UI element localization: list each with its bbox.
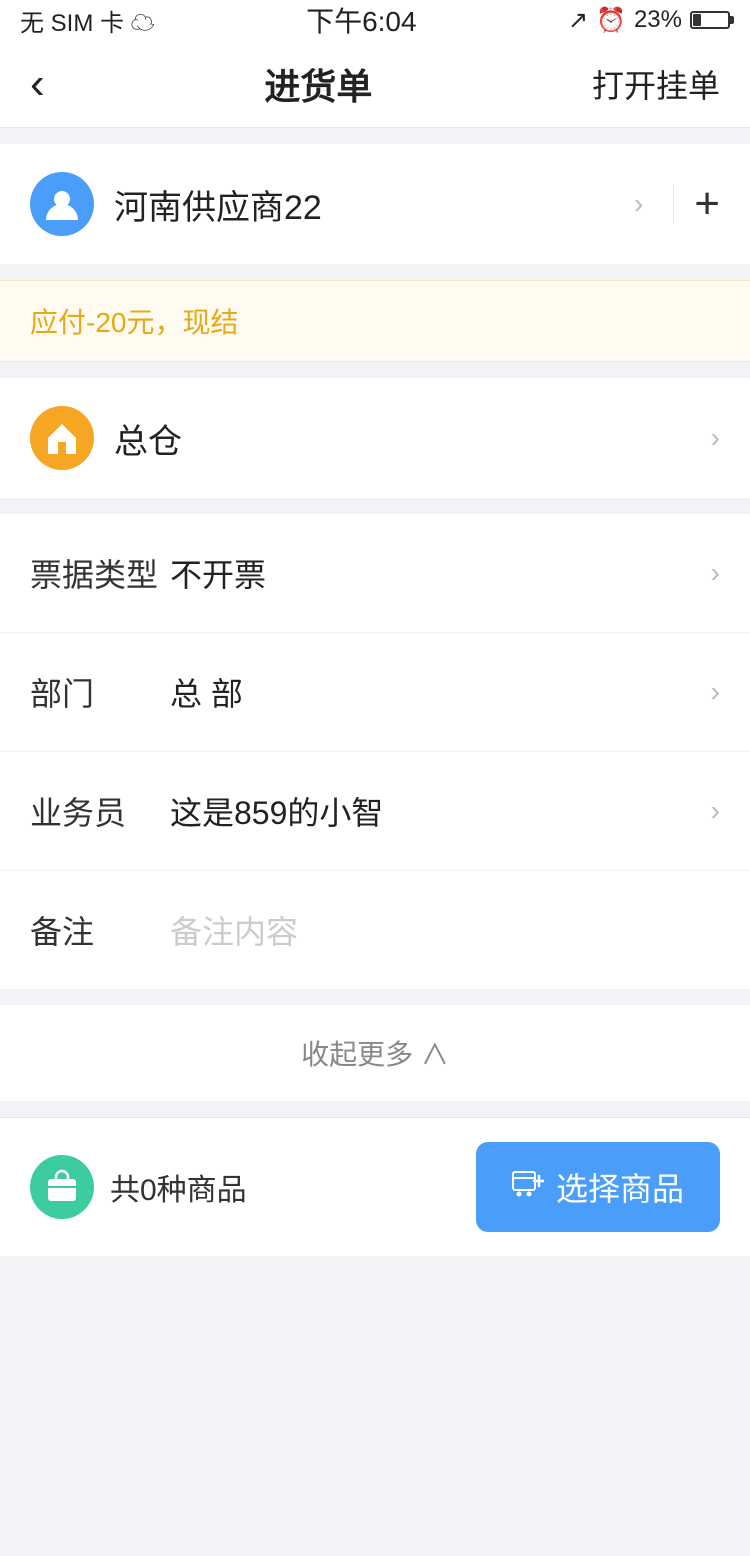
form-section: 票据类型 不开票 › 部门 总 部 › 业务员 这是859的小智 › 备注 备注… [0,514,750,989]
main-content: 河南供应商22 › + 应付-20元，现结 总仓 › 票据类型 不开票 › [0,128,750,1556]
salesperson-row[interactable]: 业务员 这是859的小智 › [0,752,750,871]
department-row[interactable]: 部门 总 部 › [0,633,750,752]
remark-label: 备注 [30,907,170,953]
invoice-type-label: 票据类型 [30,550,170,596]
status-left: 无 SIM 卡 ☁ [20,3,155,38]
status-right: ↗ ⏰ 23% [568,6,730,35]
supplier-divider [673,184,674,224]
cart-svg-icon [512,1170,544,1198]
salesperson-arrow-icon: › [711,795,720,827]
supplier-arrow-icon: › [634,188,643,220]
back-button[interactable]: ‹ [30,59,45,109]
supplier-name: 河南供应商22 [114,180,634,229]
collapse-button[interactable]: 收起更多 ∧ [0,1005,750,1101]
empty-gray-area [0,1256,750,1556]
supplier-avatar [30,172,94,236]
battery-percent: 23% [634,6,682,34]
status-time: 下午6:04 [306,0,417,40]
warehouse-icon [30,406,94,470]
remark-placeholder: 备注内容 [170,907,720,953]
department-arrow-icon: › [711,676,720,708]
salesperson-value: 这是859的小智 [170,788,711,834]
sim-status: 无 SIM 卡 ☁ [20,3,155,38]
invoice-type-row[interactable]: 票据类型 不开票 › [0,514,750,633]
department-value: 总 部 [170,669,711,715]
invoice-type-value: 不开票 [170,550,711,596]
notice-banner: 应付-20元，现结 [0,280,750,362]
bottom-bar: 共0种商品 选择商品 [0,1117,750,1256]
salesperson-label: 业务员 [30,788,170,834]
open-pending-button[interactable]: 打开挂单 [592,61,720,107]
back-arrow-icon: ‹ [30,59,45,109]
alarm-icon: ⏰ [596,6,626,35]
warehouse-arrow-icon: › [711,422,720,454]
location-icon: ↗ [568,6,588,35]
nav-bar: ‹ 进货单 打开挂单 [0,40,750,128]
page-title: 进货单 [264,58,372,110]
remark-row[interactable]: 备注 备注内容 [0,871,750,989]
person-icon [44,186,80,222]
home-icon [44,420,80,456]
bag-icon [44,1169,80,1205]
product-icon-bg [30,1155,94,1219]
warehouse-name: 总仓 [114,414,711,463]
supplier-row[interactable]: 河南供应商22 › + [0,144,750,264]
battery-icon [690,11,730,29]
status-bar: 无 SIM 卡 ☁ 下午6:04 ↗ ⏰ 23% [0,0,750,40]
warehouse-card[interactable]: 总仓 › [0,378,750,498]
bottom-left: 共0种商品 [30,1155,247,1219]
warehouse-row[interactable]: 总仓 › [0,378,750,498]
department-label: 部门 [30,669,170,715]
cart-icon [512,1170,544,1205]
add-supplier-button[interactable]: + [694,179,720,229]
invoice-type-arrow-icon: › [711,557,720,589]
select-product-button[interactable]: 选择商品 [476,1142,720,1232]
supplier-card: 河南供应商22 › + [0,144,750,264]
product-count: 共0种商品 [110,1165,247,1209]
select-product-label: 选择商品 [556,1164,684,1210]
